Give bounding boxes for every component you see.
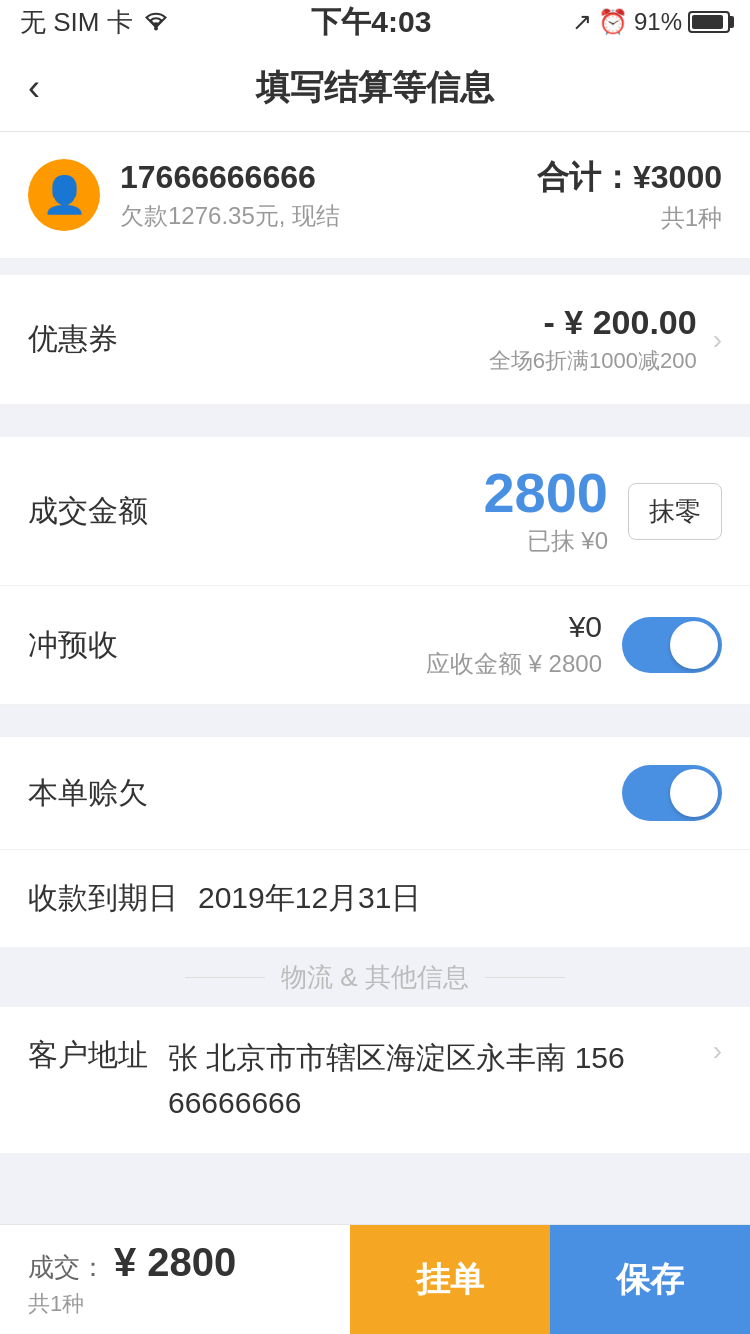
bottom-deal-amount: ¥ 2800 [114,1240,236,1285]
nav-title: 填写结算等信息 [256,65,494,111]
prepay-receivable: 应收金额 ¥ 2800 [426,648,602,680]
status-right: ↗ ⏰ 91% [572,8,730,36]
address-value: 张 北京市市辖区海淀区永丰南 156 66666666 [168,1035,693,1125]
prepay-toggle[interactable] [622,617,722,673]
customer-phone: 17666666666 [120,159,340,196]
coupon-value: - ¥ 200.00 [489,303,697,342]
bottom-bar: 成交： ¥ 2800 共1种 挂单 保存 [0,1224,750,1334]
coupon-desc: 全场6折满1000减200 [489,346,697,376]
amount-erased: 已抹 ¥0 [483,525,608,557]
amount-label: 成交金额 [28,491,148,532]
prepay-row: 冲预收 ¥0 应收金额 ¥ 2800 [0,586,750,705]
svg-point-0 [154,26,158,30]
prepay-label: 冲预收 [28,625,118,666]
wifi-icon [141,7,171,38]
debt-toggle[interactable] [622,765,722,821]
status-left: 无 SIM 卡 [20,5,171,40]
debt-label: 本单赊欠 [28,773,148,814]
amount-value: 2800 [483,465,608,521]
customer-debt: 欠款1276.35元, 现结 [120,200,340,232]
erase-button[interactable]: 抹零 [628,483,722,540]
avatar: 👤 [28,159,100,231]
save-button[interactable]: 保存 [550,1225,750,1334]
due-date-row: 收款到期日 2019年12月31日 [0,849,750,947]
chevron-right-icon: › [713,324,722,356]
logistics-title: 物流 & 其他信息 [185,960,565,995]
customer-card: 👤 17666666666 欠款1276.35元, 现结 合计：¥3000 共1… [0,132,750,259]
section-divider-2 [0,705,750,721]
logistics-divider: 物流 & 其他信息 [0,947,750,1007]
carrier-label: 无 SIM 卡 [20,5,133,40]
total-amount: 合计：¥3000 [537,156,722,200]
content: 👤 17666666666 欠款1276.35元, 现结 合计：¥3000 共1… [0,132,750,1273]
status-bar: 无 SIM 卡 下午4:03 ↗ ⏰ 91% [0,0,750,44]
bottom-deal-label: 成交： [28,1250,106,1285]
bottom-count: 共1种 [28,1289,322,1319]
address-label: 客户地址 [28,1035,148,1076]
due-date-value: 2019年12月31日 [198,878,421,919]
due-date-label: 收款到期日 [28,878,178,919]
bottom-summary: 成交： ¥ 2800 共1种 [0,1225,350,1334]
debt-toggle-knob [670,769,718,817]
avatar-icon: 👤 [42,174,87,216]
debt-section: 本单赊欠 收款到期日 2019年12月31日 [0,737,750,947]
hang-button[interactable]: 挂单 [350,1225,550,1334]
coupon-row[interactable]: 优惠券 - ¥ 200.00 全场6折满1000减200 › [0,275,750,405]
debt-row: 本单赊欠 [0,737,750,849]
back-button[interactable]: ‹ [28,67,40,109]
battery-icon [688,11,730,33]
status-time: 下午4:03 [311,2,431,43]
coupon-label: 优惠券 [28,319,118,360]
section-divider-1 [0,405,750,421]
address-section: 客户地址 张 北京市市辖区海淀区永丰南 156 66666666 › [0,1007,750,1153]
amount-row: 成交金额 2800 已抹 ¥0 抹零 [0,437,750,586]
battery-percent: 91% [634,8,682,36]
address-row[interactable]: 客户地址 张 北京市市辖区海淀区永丰南 156 66666666 › [0,1007,750,1153]
amount-section: 成交金额 2800 已抹 ¥0 抹零 冲预收 ¥0 应收金额 ¥ 2800 [0,437,750,705]
alarm-icon: ⏰ [598,8,628,36]
address-chevron-icon: › [713,1035,722,1067]
prepay-amount: ¥0 [426,610,602,644]
total-count: 共1种 [537,202,722,234]
toggle-knob [670,621,718,669]
nav-bar: ‹ 填写结算等信息 [0,44,750,132]
location-icon: ↗ [572,8,592,36]
